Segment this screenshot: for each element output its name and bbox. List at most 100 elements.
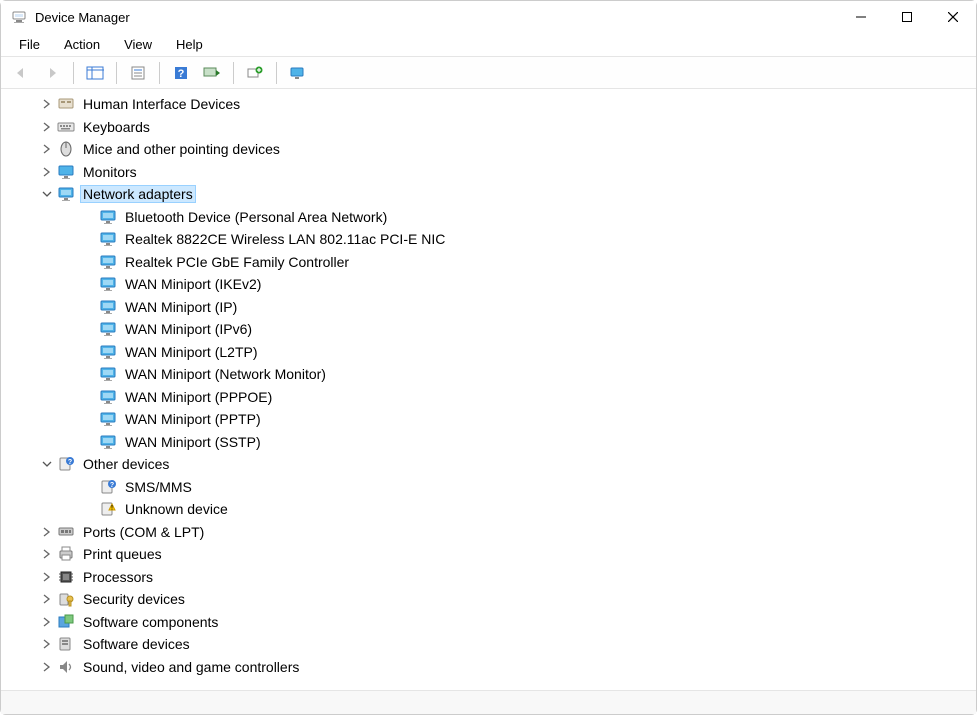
network-icon (99, 253, 117, 271)
network-icon (99, 433, 117, 451)
menu-help[interactable]: Help (166, 35, 213, 54)
toolbar: ? (1, 57, 976, 89)
help-button[interactable]: ? (167, 60, 195, 86)
network-icon (99, 365, 117, 383)
expand-icon[interactable] (41, 526, 53, 538)
tree-category-label: Processors (81, 569, 155, 585)
properties-button[interactable] (124, 60, 152, 86)
tree-device[interactable]: Unknown device (1, 498, 976, 521)
tree-device[interactable]: WAN Miniport (PPTP) (1, 408, 976, 431)
tree-category-label: Network adapters (81, 186, 195, 202)
tree-category[interactable]: Processors (1, 566, 976, 589)
expand-icon[interactable] (41, 593, 53, 605)
minimize-button[interactable] (838, 1, 884, 33)
tree-device-label: WAN Miniport (IKEv2) (123, 276, 263, 292)
tree-device[interactable]: WAN Miniport (PPPOE) (1, 386, 976, 409)
toolbar-separator (116, 62, 117, 84)
menu-file[interactable]: File (9, 35, 50, 54)
network-icon (99, 320, 117, 338)
menu-view[interactable]: View (114, 35, 162, 54)
tree-category-label: Keyboards (81, 119, 152, 135)
tree-device[interactable]: WAN Miniport (IKEv2) (1, 273, 976, 296)
expand-icon[interactable] (41, 166, 53, 178)
tree-category[interactable]: Keyboards (1, 116, 976, 139)
collapse-icon[interactable] (41, 188, 53, 200)
tree-category[interactable]: Network adapters (1, 183, 976, 206)
tree-category[interactable]: Software devices (1, 633, 976, 656)
software-dev-icon (57, 635, 75, 653)
tree-device-label: SMS/MMS (123, 479, 194, 495)
tree-device-label: WAN Miniport (SSTP) (123, 434, 263, 450)
tree-device-label: Realtek 8822CE Wireless LAN 802.11ac PCI… (123, 231, 447, 247)
keyboard-icon (57, 118, 75, 136)
add-legacy-hardware-button[interactable] (241, 60, 269, 86)
tree-device[interactable]: WAN Miniport (Network Monitor) (1, 363, 976, 386)
expand-icon[interactable] (41, 571, 53, 583)
back-button[interactable] (7, 60, 35, 86)
monitor-icon (57, 163, 75, 181)
no-expander (83, 346, 95, 358)
tree-device-label: WAN Miniport (PPTP) (123, 411, 263, 427)
tree-category-label: Mice and other pointing devices (81, 141, 282, 157)
tree-category-label: Human Interface Devices (81, 96, 242, 112)
window-controls (838, 1, 976, 33)
tree-category[interactable]: Mice and other pointing devices (1, 138, 976, 161)
content-area: Human Interface Devices Keyboards Mice and… (1, 89, 976, 690)
expand-icon[interactable] (41, 661, 53, 673)
tree-device[interactable]: WAN Miniport (IP) (1, 296, 976, 319)
show-hide-tree-button[interactable] (81, 60, 109, 86)
forward-button[interactable] (38, 60, 66, 86)
tree-device[interactable]: SMS/MMS (1, 476, 976, 499)
title-bar: Device Manager (1, 1, 976, 33)
expand-icon[interactable] (41, 121, 53, 133)
tree-category-label: Other devices (81, 456, 171, 472)
no-expander (83, 233, 95, 245)
tree-device[interactable]: WAN Miniport (L2TP) (1, 341, 976, 364)
no-expander (83, 278, 95, 290)
tree-category[interactable]: Sound, video and game controllers (1, 656, 976, 679)
tree-device[interactable]: Bluetooth Device (Personal Area Network) (1, 206, 976, 229)
tree-category[interactable]: Software components (1, 611, 976, 634)
tree-category[interactable]: Other devices (1, 453, 976, 476)
expand-icon[interactable] (41, 98, 53, 110)
tree-category[interactable]: Print queues (1, 543, 976, 566)
tree-category[interactable]: Monitors (1, 161, 976, 184)
scan-hardware-button[interactable] (198, 60, 226, 86)
tree-category-label: Monitors (81, 164, 139, 180)
device-tree[interactable]: Human Interface Devices Keyboards Mice and… (1, 89, 976, 690)
tree-category[interactable]: Human Interface Devices (1, 93, 976, 116)
security-icon (57, 590, 75, 608)
close-button[interactable] (930, 1, 976, 33)
expand-icon[interactable] (41, 143, 53, 155)
no-expander (83, 256, 95, 268)
tree-device[interactable]: WAN Miniport (IPv6) (1, 318, 976, 341)
tree-category[interactable]: Ports (COM & LPT) (1, 521, 976, 544)
menu-action[interactable]: Action (54, 35, 110, 54)
no-expander (83, 301, 95, 313)
expand-icon[interactable] (41, 616, 53, 628)
mouse-icon (57, 140, 75, 158)
collapse-icon[interactable] (41, 458, 53, 470)
network-icon (99, 388, 117, 406)
maximize-button[interactable] (884, 1, 930, 33)
sound-icon (57, 658, 75, 676)
tree-device[interactable]: WAN Miniport (SSTP) (1, 431, 976, 454)
expand-icon[interactable] (41, 638, 53, 650)
svg-text:?: ? (178, 68, 185, 80)
other-icon (57, 455, 75, 473)
menu-bar: File Action View Help (1, 33, 976, 57)
tree-category-label: Sound, video and game controllers (81, 659, 301, 675)
expand-icon[interactable] (41, 548, 53, 560)
tree-category[interactable]: Security devices (1, 588, 976, 611)
network-icon (99, 208, 117, 226)
network-icon (99, 298, 117, 316)
no-expander (83, 391, 95, 403)
tree-category-label: Software components (81, 614, 220, 630)
network-icon (99, 275, 117, 293)
window-title: Device Manager (35, 10, 130, 25)
toolbar-separator (276, 62, 277, 84)
unknown-icon (99, 478, 117, 496)
tree-device[interactable]: Realtek 8822CE Wireless LAN 802.11ac PCI… (1, 228, 976, 251)
monitor-action-button[interactable] (284, 60, 312, 86)
tree-device[interactable]: Realtek PCIe GbE Family Controller (1, 251, 976, 274)
